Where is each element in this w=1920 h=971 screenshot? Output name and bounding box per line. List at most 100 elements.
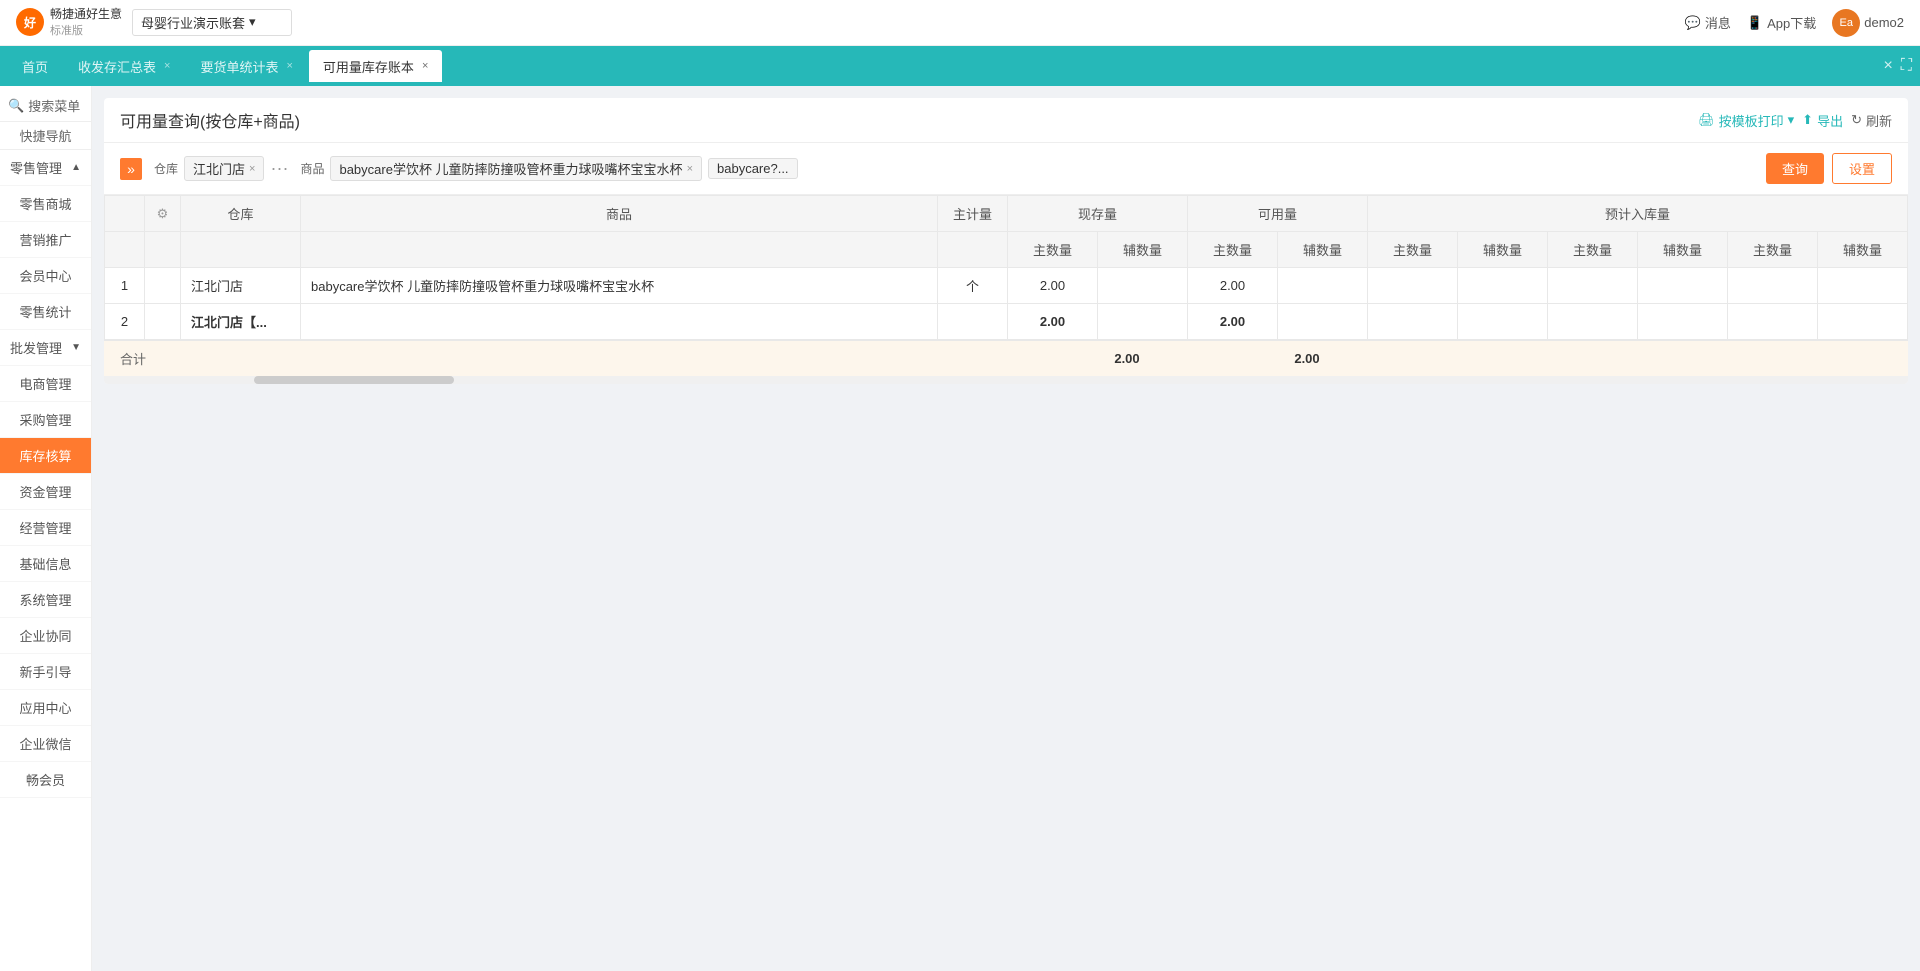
page-actions: 🖨 按模板打印 ▾ ⬆ 导出 ↻ 刷新: [1698, 111, 1892, 130]
sidebar-search-label: 搜索菜单: [28, 96, 80, 115]
logo-text-area: 畅捷通好生意 标准版: [50, 7, 122, 37]
filter-expand-btn[interactable]: »: [120, 158, 142, 180]
tab-order-stat-close[interactable]: ×: [286, 60, 292, 72]
print-btn[interactable]: 🖨 按模板打印 ▾: [1698, 111, 1794, 130]
sidebar-item-wechat[interactable]: 企业微信: [0, 726, 91, 762]
sidebar-item-member[interactable]: 会员中心: [0, 258, 91, 294]
sidebar-item-retail-stat[interactable]: 零售统计: [0, 294, 91, 330]
sidebar-item-system[interactable]: 系统管理: [0, 582, 91, 618]
page-title: 可用量查询(按仓库+商品): [120, 108, 300, 132]
sidebar-item-member2[interactable]: 畅会员: [0, 762, 91, 798]
warehouse-label: 仓库: [154, 160, 178, 177]
gear-icon[interactable]: ⚙: [157, 206, 169, 221]
filter-product-group: 商品 babycare学饮杯 儿童防摔防撞吸管杯重力球吸嘴杯宝宝水杯 × bab…: [300, 156, 797, 181]
query-btn[interactable]: 查询: [1766, 153, 1824, 184]
product-tag-extra[interactable]: babycare?...: [708, 158, 798, 179]
sidebar-wholesale-label: 批发管理: [10, 338, 62, 357]
col-product: 商品: [301, 196, 938, 232]
tab-home[interactable]: 首页: [8, 50, 62, 82]
sidebar-item-basic[interactable]: 基础信息: [0, 546, 91, 582]
sidebar-item-retail-mall[interactable]: 零售商城: [0, 186, 91, 222]
cell-incoming-aux-1: [1638, 268, 1728, 304]
cell-avail-aux-2: [1278, 304, 1368, 340]
app-label: App下载: [1767, 13, 1816, 32]
sidebar-nav[interactable]: 快捷导航: [0, 122, 91, 150]
sidebar-item-finance[interactable]: 资金管理: [0, 474, 91, 510]
cell-incoming-aux-2: [1638, 304, 1728, 340]
cell-incoming-main-2: [1548, 304, 1638, 340]
cell-stock-main-2: 2.00: [1008, 304, 1098, 340]
tab-order-stat[interactable]: 要货单统计表 ×: [186, 50, 306, 82]
cell-stock-aux-1: [1098, 268, 1188, 304]
table-footer: 合计 2.00 2.00: [104, 340, 1908, 376]
tab-close-all-btn[interactable]: ×: [1883, 57, 1892, 75]
sidebar-guide-label: 新手引导: [19, 662, 71, 681]
refresh-btn[interactable]: ↻ 刷新: [1851, 111, 1892, 130]
sidebar-search[interactable]: 🔍 搜索菜单: [0, 90, 91, 122]
sidebar-item-ecom[interactable]: 电商管理: [0, 366, 91, 402]
col-rownum-sub: [105, 232, 145, 268]
cell-purchase-main-1: [1368, 268, 1458, 304]
sidebar-basic-label: 基础信息: [19, 554, 71, 573]
col-warehouse: 仓库: [181, 196, 301, 232]
col-purchase-main: 主数量: [1368, 232, 1458, 268]
tab-fullscreen-btn[interactable]: ⛶: [1901, 57, 1912, 75]
tab-available[interactable]: 可用量库存账本 ×: [309, 50, 442, 82]
sidebar-finance-label: 资金管理: [19, 482, 71, 501]
col-planned-in: 预计入库量: [1368, 196, 1908, 232]
product-tag[interactable]: babycare学饮杯 儿童防摔防撞吸管杯重力球吸嘴杯宝宝水杯 ×: [330, 156, 702, 181]
warehouse-value: 江北门店: [193, 159, 245, 178]
sidebar-inventory-label: 库存核算: [19, 446, 71, 465]
logo-sub: 标准版: [50, 22, 122, 38]
warehouse-tag-close[interactable]: ×: [249, 163, 255, 175]
search-icon: 🔍: [8, 98, 24, 114]
user-area[interactable]: Ea demo2: [1832, 9, 1904, 37]
scrollbar-area[interactable]: [104, 376, 1908, 384]
col-unit-sub: [938, 232, 1008, 268]
cell-purchase-aux-1: [1458, 268, 1548, 304]
sidebar-item-corp[interactable]: 企业协同: [0, 618, 91, 654]
table-row: 2 江北门店【... 2.00 2.00: [105, 304, 1908, 340]
content-area: 可用量查询(按仓库+商品) 🖨 按模板打印 ▾ ⬆ 导出 ↻ 刷新 »: [92, 86, 1920, 971]
cell-unit-1: 个: [938, 268, 1008, 304]
warehouse-tag[interactable]: 江北门店 ×: [184, 156, 264, 181]
sidebar-purchase-label: 采购管理: [19, 410, 71, 429]
export-btn[interactable]: ⬆ 导出: [1802, 111, 1843, 130]
warehouse-more[interactable]: ···: [270, 158, 288, 179]
export-label: 导出: [1817, 111, 1843, 130]
cell-stock-aux-2: [1098, 304, 1188, 340]
cell-unit-2: [938, 304, 1008, 340]
tab-available-close[interactable]: ×: [422, 60, 428, 72]
sidebar-wechat-label: 企业微信: [19, 734, 71, 753]
col-prod-main: 主数量: [1728, 232, 1818, 268]
col-prod-aux: 辅数量: [1818, 232, 1908, 268]
settings-btn[interactable]: 设置: [1832, 153, 1892, 184]
sidebar-item-marketing[interactable]: 营销推广: [0, 222, 91, 258]
col-avail-aux: 辅数量: [1278, 232, 1368, 268]
cell-warehouse-1: 江北门店: [181, 268, 301, 304]
tab-receive[interactable]: 收发存汇总表 ×: [64, 50, 184, 82]
sidebar-item-appstore[interactable]: 应用中心: [0, 690, 91, 726]
logo-area: 好 畅捷通好生意 标准版: [16, 7, 122, 37]
company-selector[interactable]: 母婴行业演示账套 ▾: [132, 9, 292, 36]
summary-avail: 2.00: [1262, 351, 1352, 366]
tab-receive-close[interactable]: ×: [164, 60, 170, 72]
cell-purchase-main-2: [1368, 304, 1458, 340]
sidebar-corp-label: 企业协同: [19, 626, 71, 645]
sidebar-item-wholesale[interactable]: 批发管理 ▼: [0, 330, 91, 366]
refresh-label: 刷新: [1866, 111, 1892, 130]
sidebar-item-guide[interactable]: 新手引导: [0, 654, 91, 690]
sidebar-item-retail[interactable]: 零售管理 ▲: [0, 150, 91, 186]
sidebar-item-inventory[interactable]: 库存核算: [0, 438, 91, 474]
app-download-btn[interactable]: 📱 App下载: [1747, 13, 1816, 32]
product-tag-close[interactable]: ×: [687, 163, 693, 175]
message-btn[interactable]: 💬 消息: [1685, 13, 1731, 32]
filter-bar: » 仓库 江北门店 × ··· 商品 babycare学饮杯 儿童防摔防撞吸管杯…: [104, 143, 1908, 195]
filter-actions: 查询 设置: [1766, 153, 1892, 184]
col-stock-main: 主数量: [1008, 232, 1098, 268]
scrollbar-thumb[interactable]: [254, 376, 454, 384]
filter-warehouse-group: 仓库 江北门店 × ···: [154, 156, 288, 181]
sidebar-item-operation[interactable]: 经营管理: [0, 510, 91, 546]
sidebar-item-purchase[interactable]: 采购管理: [0, 402, 91, 438]
cell-purchase-aux-2: [1458, 304, 1548, 340]
